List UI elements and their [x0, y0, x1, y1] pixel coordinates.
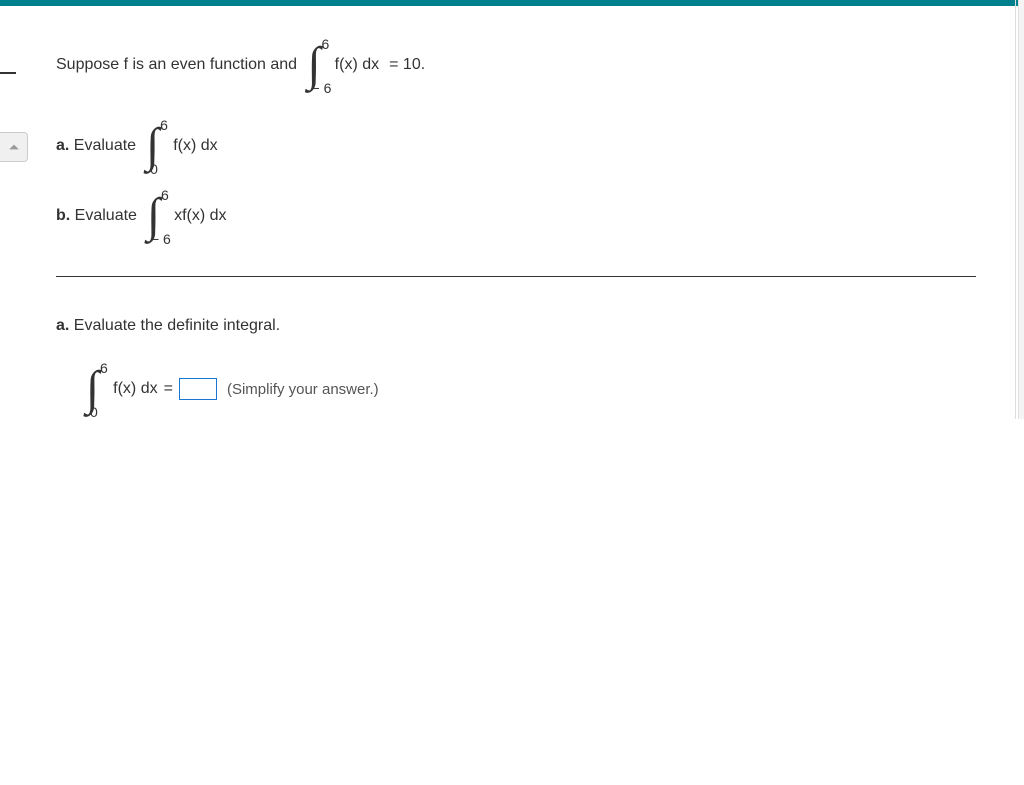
- integrand: xf(x) dx: [174, 207, 226, 225]
- equals-sign: =: [164, 380, 173, 398]
- answer-hint: (Simplify your answer.): [227, 381, 379, 398]
- sidebar-expand-button[interactable]: [0, 132, 28, 162]
- part-b-integral: ∫ 6 − 6 xf(x) dx: [147, 192, 227, 240]
- main-integral: ∫ 6 − 6 f(x) dx: [308, 41, 380, 89]
- upper-limit: 6: [322, 37, 330, 51]
- integrand: f(x) dx: [335, 56, 379, 74]
- right-divider: [1015, 0, 1016, 419]
- problem-intro-text: Suppose f is an even function and: [56, 56, 302, 74]
- part-a: a. Evaluate ∫ 6 0 f(x) dx: [56, 116, 984, 176]
- answer-integral: ∫ 6 0 f(x) dx: [86, 365, 158, 413]
- answer-line: ∫ 6 0 f(x) dx = (Simplify your answer.): [80, 359, 984, 419]
- upper-limit: 6: [160, 118, 168, 132]
- problem-statement: Suppose f is an even function and ∫ 6 − …: [56, 30, 984, 100]
- integral-sign: ∫ 6 − 6: [147, 192, 160, 240]
- section-divider: [56, 276, 976, 277]
- content-area: Suppose f is an even function and ∫ 6 − …: [56, 6, 984, 419]
- integral-sign: ∫ 6 0: [146, 122, 159, 170]
- part-b: b. Evaluate ∫ 6 − 6 xf(x) dx: [56, 186, 984, 246]
- part-b-label: b. Evaluate: [56, 207, 137, 225]
- answer-section: a. Evaluate the definite integral. ∫ 6 0…: [56, 317, 984, 419]
- upper-limit: 6: [161, 188, 169, 202]
- part-a-integral: ∫ 6 0 f(x) dx: [146, 122, 218, 170]
- caret-up-icon: [8, 141, 20, 153]
- right-scroll-gutter: [1018, 0, 1024, 419]
- lower-limit: − 6: [151, 232, 171, 246]
- lower-limit: − 6: [312, 81, 332, 95]
- integral-sign: ∫ 6 − 6: [308, 41, 321, 89]
- answer-input[interactable]: [179, 378, 217, 400]
- answer-prompt: a. Evaluate the definite integral.: [56, 317, 984, 335]
- upper-limit: 6: [100, 361, 108, 375]
- integrand: f(x) dx: [173, 137, 217, 155]
- lower-limit: 0: [150, 162, 158, 176]
- result-text: = 10.: [389, 56, 425, 74]
- lower-limit: 0: [90, 405, 98, 419]
- left-dash-mark: [0, 72, 16, 74]
- integrand: f(x) dx: [113, 380, 157, 398]
- integral-sign: ∫ 6 0: [86, 365, 99, 413]
- part-a-label: a. Evaluate: [56, 137, 136, 155]
